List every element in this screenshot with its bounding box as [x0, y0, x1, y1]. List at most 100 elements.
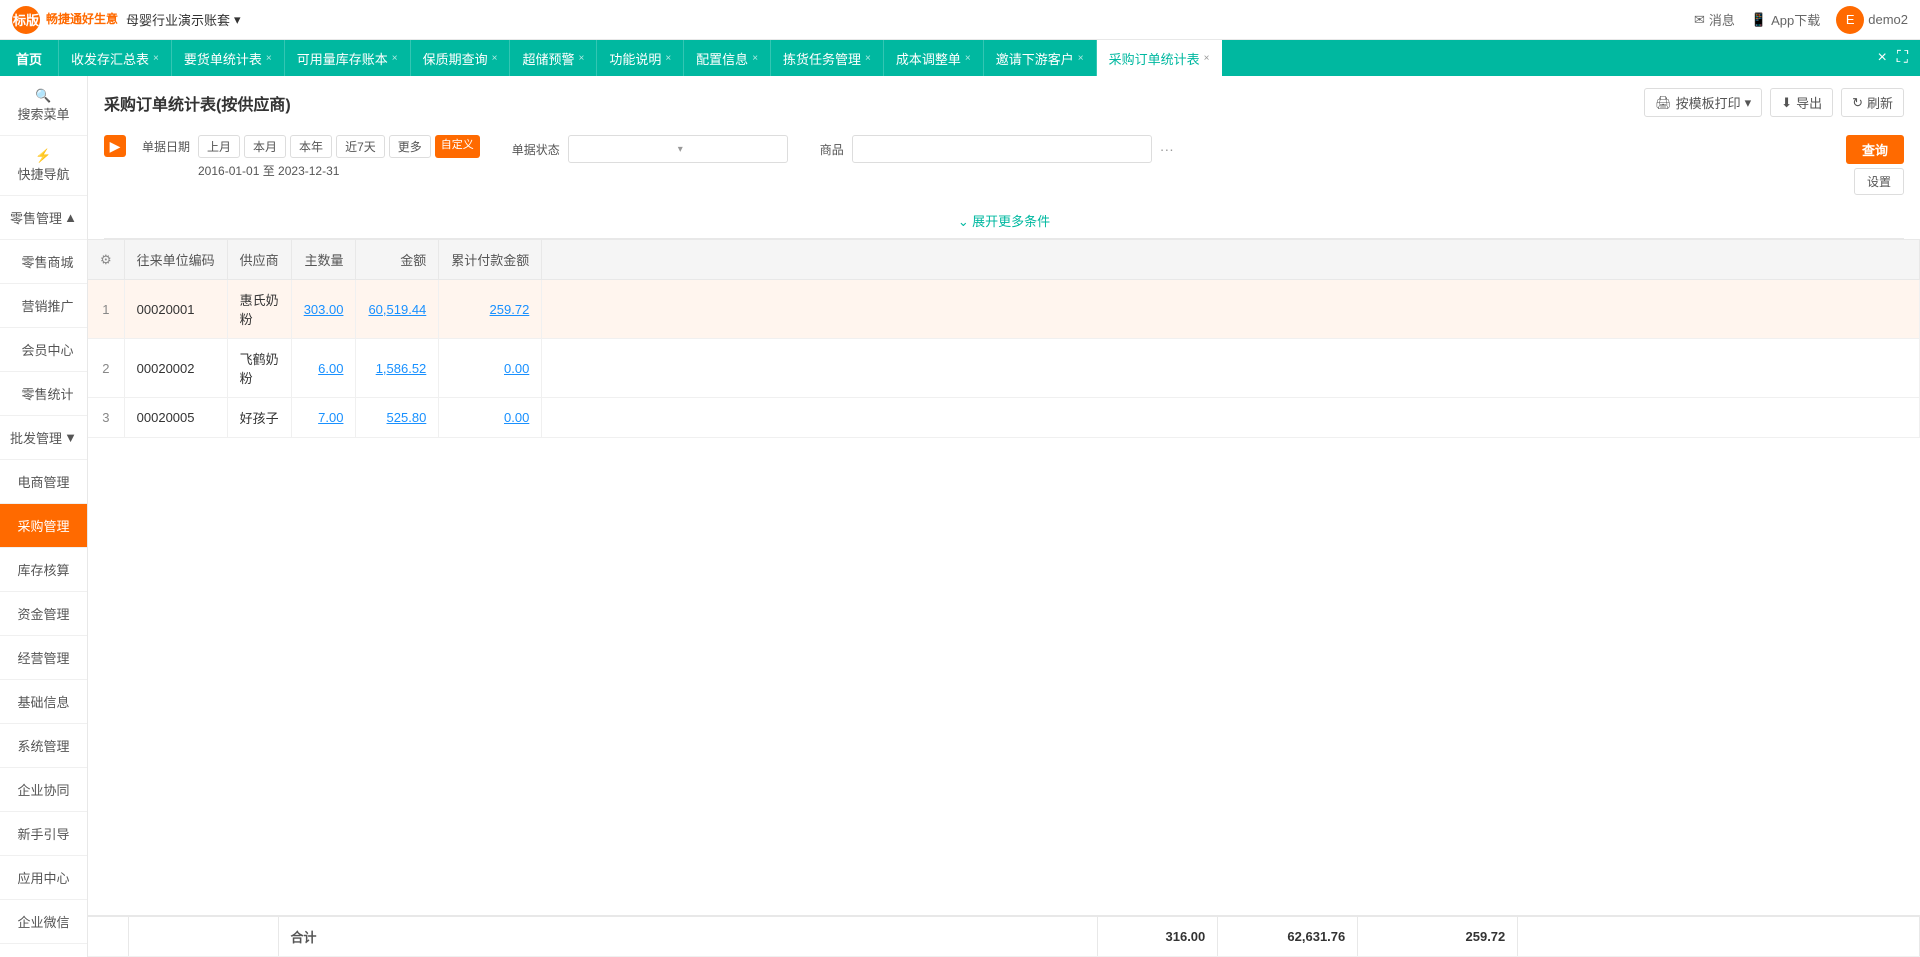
table-footer: 合计 316.00 62,631.76 259.72: [88, 915, 1920, 957]
app-download-button[interactable]: 📱 App下载: [1751, 10, 1820, 29]
tab-ccyj[interactable]: 超储预警 ×: [510, 40, 597, 76]
cell-paid-0[interactable]: 259.72: [439, 280, 542, 339]
cell-qty-1[interactable]: 6.00: [291, 339, 356, 398]
expand-more-btn[interactable]: ⌄ 展开更多条件: [958, 211, 1050, 230]
tab-bqxcx-label: 保质期查询: [423, 49, 488, 68]
sidebar-item-ecommerce[interactable]: 电商管理: [0, 460, 87, 504]
sidebar-item-finance[interactable]: 资金管理: [0, 592, 87, 636]
tab-yqxykhd[interactable]: 邀请下游客户 ×: [984, 40, 1097, 76]
date-btn-7days[interactable]: 近7天: [336, 135, 385, 158]
cell-paid-1[interactable]: 0.00: [439, 339, 542, 398]
sidebar-item-operation[interactable]: 经营管理: [0, 636, 87, 680]
sidebar-item-basic[interactable]: 基础信息: [0, 680, 87, 724]
cell-paid-2[interactable]: 0.00: [439, 398, 542, 438]
goods-input[interactable]: [861, 142, 1143, 156]
query-button[interactable]: 查询: [1846, 135, 1904, 164]
tab-cgdtjb[interactable]: 采购订单统计表 ×: [1097, 40, 1223, 76]
sidebar-item-search[interactable]: 🔍 搜索菜单: [0, 76, 87, 136]
workspace-name: 母婴行业演示账套: [126, 10, 230, 29]
sidebar-item-finance-label: 资金管理: [8, 604, 79, 623]
user-menu[interactable]: E demo2: [1836, 6, 1908, 34]
tab-ccyj-close[interactable]: ×: [578, 53, 584, 64]
date-btn-more[interactable]: 更多: [389, 135, 431, 158]
cell-extra-1: [542, 339, 1920, 398]
tab-shfd-close[interactable]: ×: [153, 53, 159, 64]
cell-amount-2[interactable]: 525.80: [356, 398, 439, 438]
sidebar-item-basic-label: 基础信息: [8, 692, 79, 711]
tab-kylkzb-close[interactable]: ×: [392, 53, 398, 64]
th-settings[interactable]: ⚙: [88, 240, 124, 280]
search-icon: 🔍: [8, 88, 79, 104]
footer-row: 合计 316.00 62,631.76 259.72: [88, 916, 1920, 957]
top-bar-right: ✉ 消息 📱 App下载 E demo2: [1694, 6, 1908, 34]
cell-qty-2[interactable]: 7.00: [291, 398, 356, 438]
date-btn-this-month[interactable]: 本月: [244, 135, 286, 158]
tab-ccyj-label: 超储预警: [522, 49, 574, 68]
print-button[interactable]: 🖨 按模板打印 ▾: [1644, 88, 1762, 117]
cell-amount-1[interactable]: 1,586.52: [356, 339, 439, 398]
nav-expand-icon[interactable]: ⛶: [1893, 47, 1912, 69]
goods-input-wrap[interactable]: [852, 135, 1152, 163]
sidebar-item-retail-stat-label: 零售统计: [16, 384, 79, 403]
export-button[interactable]: ⬇ 导出: [1770, 88, 1833, 117]
tab-home[interactable]: 首页: [0, 40, 59, 76]
footer-qty: 316.00: [1098, 916, 1218, 957]
data-table-container: ⚙ 往来单位编码 供应商 主数量 金额 累计付款金额 1 00020001 惠氏…: [88, 240, 1920, 915]
sidebar-item-quick[interactable]: ⚡ 快捷导航: [0, 136, 87, 196]
sidebar-item-system[interactable]: 系统管理: [0, 724, 87, 768]
sidebar-item-batch[interactable]: 批发管理 ▼: [0, 416, 87, 460]
sidebar-item-retail-stat[interactable]: 零售统计: [0, 372, 87, 416]
tab-phglrw-close[interactable]: ×: [865, 53, 871, 64]
sidebar-item-member[interactable]: 会员中心: [0, 328, 87, 372]
top-bar-left: 标版 畅捷通好生意 母婴行业演示账套 ▾: [12, 6, 241, 34]
date-btn-this-year[interactable]: 本年: [290, 135, 332, 158]
nav-close-icon[interactable]: ×: [1873, 47, 1890, 69]
status-select[interactable]: ▾: [568, 135, 788, 163]
username: demo2: [1868, 12, 1908, 27]
tab-pzxx-close[interactable]: ×: [752, 53, 758, 64]
table-header-row: ⚙ 往来单位编码 供应商 主数量 金额 累计付款金额: [88, 240, 1920, 280]
sidebar-item-stock[interactable]: 库存核算: [0, 548, 87, 592]
user-initials: E: [1846, 12, 1855, 27]
sidebar-item-purchase[interactable]: 采购管理: [0, 504, 87, 548]
date-range-display: 2016-01-01 至 2023-12-31: [198, 162, 339, 179]
sidebar-item-wechat[interactable]: 企业微信: [0, 900, 87, 944]
sidebar-item-purchase-label: 采购管理: [8, 516, 79, 535]
tab-phglrw[interactable]: 拣货任务管理 ×: [771, 40, 884, 76]
sidebar-item-newguide[interactable]: 新手引导: [0, 812, 87, 856]
tab-yqxykhd-close[interactable]: ×: [1078, 53, 1084, 64]
tab-cgdtjb-close[interactable]: ×: [1204, 53, 1210, 64]
tab-gnsm-close[interactable]: ×: [665, 53, 671, 64]
tab-shfd[interactable]: 收发存汇总表 ×: [59, 40, 172, 76]
filter-toggle-button[interactable]: ▶: [104, 135, 126, 157]
tab-gnsm[interactable]: 功能说明 ×: [597, 40, 684, 76]
settings-icon[interactable]: ⚙: [100, 252, 112, 267]
tab-bqxcx-close[interactable]: ×: [492, 53, 498, 64]
more-filters-icon[interactable]: ···: [1160, 141, 1174, 157]
date-btn-last-month[interactable]: 上月: [198, 135, 240, 158]
message-button[interactable]: ✉ 消息: [1694, 10, 1735, 29]
sidebar-item-retail[interactable]: 零售管理 ▲: [0, 196, 87, 240]
refresh-button[interactable]: ↻ 刷新: [1841, 88, 1904, 117]
th-amount: 金额: [356, 240, 439, 280]
sidebar-item-retail-mall[interactable]: 零售商城: [0, 240, 87, 284]
retail-arrow-icon: ▲: [64, 210, 77, 225]
workspace-selector[interactable]: 母婴行业演示账套 ▾: [126, 10, 241, 29]
sidebar-item-enterprise[interactable]: 企业协同: [0, 768, 87, 812]
sidebar-item-member2[interactable]: 畅会员: [0, 944, 87, 957]
tab-bqxcx[interactable]: 保质期查询 ×: [411, 40, 511, 76]
cell-qty-0[interactable]: 303.00: [291, 280, 356, 339]
print-icon: 🖨: [1655, 95, 1672, 111]
tab-pzxx[interactable]: 配置信息 ×: [684, 40, 771, 76]
tab-cbtz-close[interactable]: ×: [965, 53, 971, 64]
tab-yphtj-close[interactable]: ×: [266, 53, 272, 64]
tab-cbtz[interactable]: 成本调整单 ×: [884, 40, 984, 76]
cell-amount-0[interactable]: 60,519.44: [356, 280, 439, 339]
logo-abbr: 标版: [13, 10, 39, 29]
tab-kylkzb[interactable]: 可用量库存账本 ×: [285, 40, 411, 76]
custom-date-badge[interactable]: 自定义: [435, 135, 480, 158]
sidebar-item-marketing[interactable]: 营销推广: [0, 284, 87, 328]
tab-yphtj[interactable]: 要货单统计表 ×: [172, 40, 285, 76]
setting-button[interactable]: 设置: [1854, 168, 1904, 195]
sidebar-item-appcenter[interactable]: 应用中心: [0, 856, 87, 900]
